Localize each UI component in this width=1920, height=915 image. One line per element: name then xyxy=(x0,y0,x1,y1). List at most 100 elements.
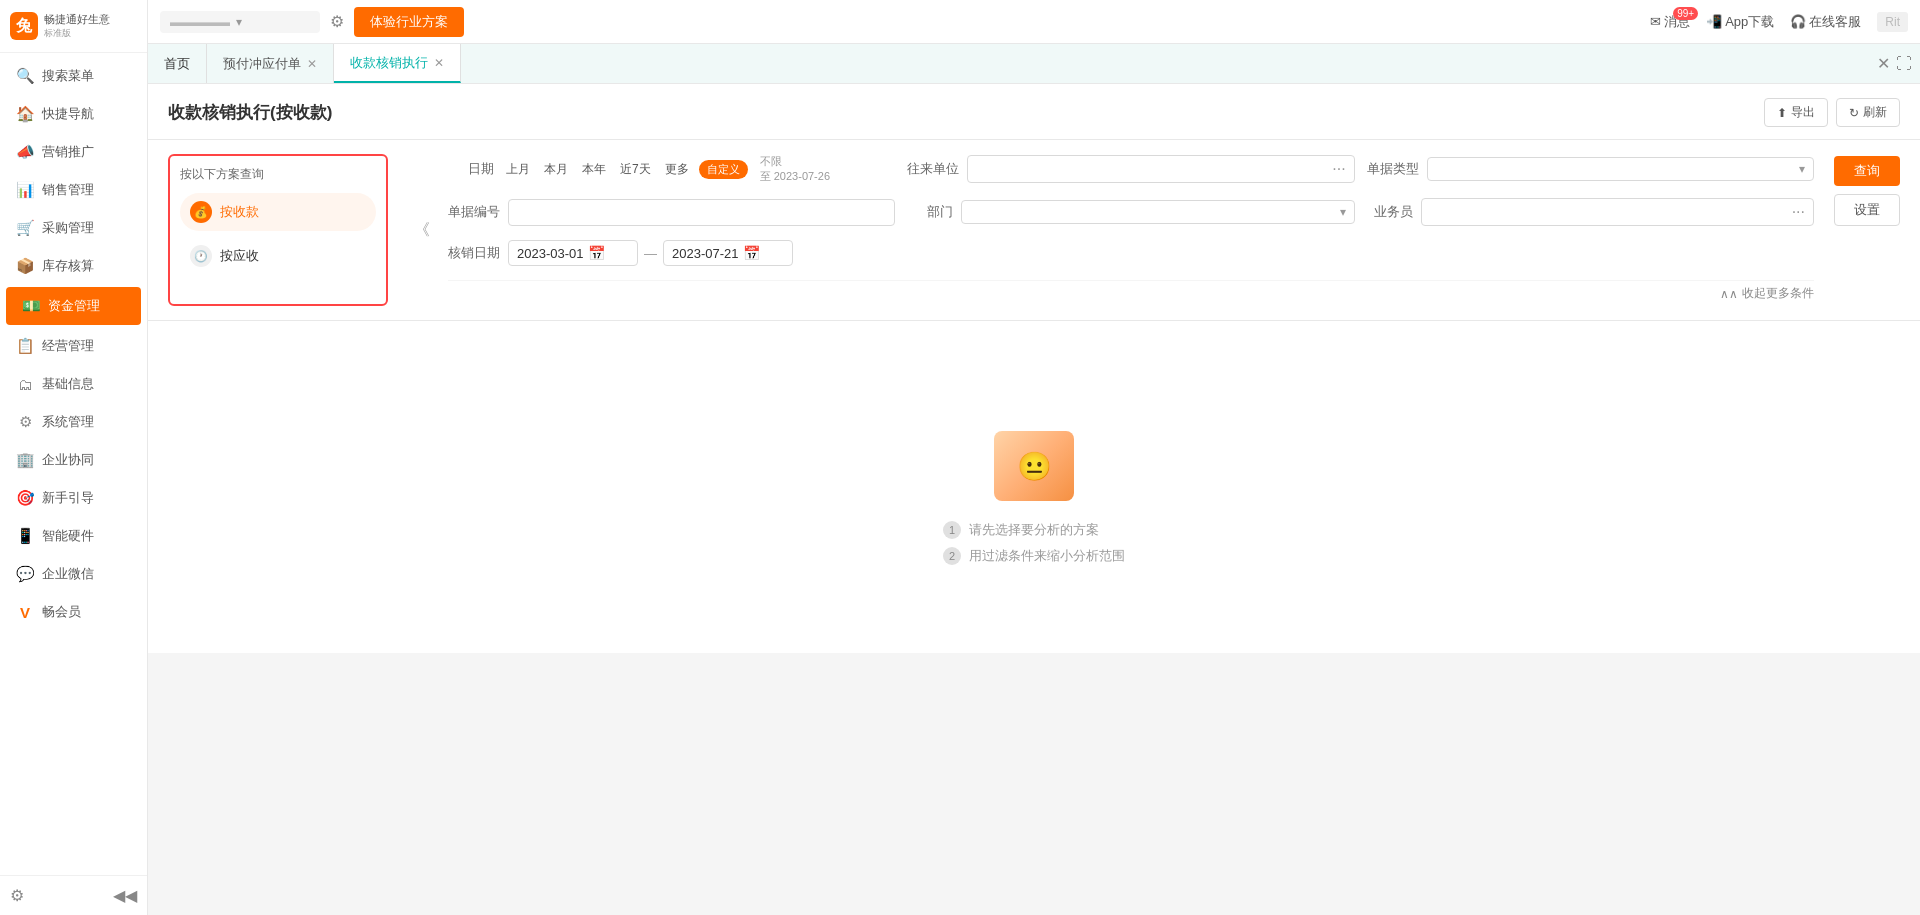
staff-label: 业务员 xyxy=(1367,203,1413,221)
sidebar-item-quick-nav[interactable]: 🏠 快捷导航 xyxy=(0,95,147,133)
sidebar-label-sales: 销售管理 xyxy=(42,181,94,199)
counterpart-more-icon[interactable]: ··· xyxy=(1332,160,1345,178)
filter-row-1: 日期 上月 本月 本年 近7天 更多 自定义 xyxy=(448,154,1814,184)
counterpart-label: 往来单位 xyxy=(907,160,959,178)
settings-button[interactable]: 设置 xyxy=(1834,194,1900,226)
marketing-icon: 📣 xyxy=(16,143,34,161)
sidebar-item-member[interactable]: V 畅会员 xyxy=(0,593,147,631)
voucher-type-select[interactable]: ▾ xyxy=(1427,157,1814,181)
date-label: 日期 xyxy=(448,160,494,178)
tab-prepay-close-icon[interactable]: ✕ xyxy=(307,57,317,71)
shortcut-this-month[interactable]: 本月 xyxy=(540,159,572,180)
filter-form: 日期 上月 本月 本年 近7天 更多 自定义 xyxy=(448,154,1900,306)
date-no-limit: 不限 xyxy=(760,154,830,169)
filter-panel: 按以下方案查询 💰 按收款 🕐 按应收 《 xyxy=(148,140,1920,321)
user-avatar[interactable]: Rit xyxy=(1877,12,1908,32)
sidebar-label-hardware: 智能硬件 xyxy=(42,527,94,545)
sidebar-label-quick-nav: 快捷导航 xyxy=(42,105,94,123)
filter-collapse-toggle[interactable]: 《 xyxy=(412,154,432,306)
shortcut-more[interactable]: 更多 xyxy=(661,159,693,180)
sidebar-nav: 🔍 搜索菜单 🏠 快捷导航 📣 营销推广 📊 销售管理 🛒 采购管理 📦 库存核… xyxy=(0,53,147,875)
writeoff-end-calendar-icon[interactable]: 📅 xyxy=(743,245,760,261)
topbar: ▬▬▬▬▬ ▾ ⚙ 体验行业方案 ✉ 消息 99+ 📲 App下载 🎧 在线客服… xyxy=(148,0,1920,44)
voucher-type-label: 单据类型 xyxy=(1367,160,1419,178)
sidebar-item-guide[interactable]: 🎯 新手引导 xyxy=(0,479,147,517)
sidebar-item-inventory[interactable]: 📦 库存核算 xyxy=(0,247,147,285)
sidebar-item-operations[interactable]: 📋 经营管理 xyxy=(0,327,147,365)
hint-text-1: 请先选择要分析的方案 xyxy=(969,521,1099,539)
filter-option-by-receivable[interactable]: 🕐 按应收 xyxy=(180,237,376,275)
topbar-right-area: ✉ 消息 99+ 📲 App下载 🎧 在线客服 Rit xyxy=(1650,12,1908,32)
date-separator: — xyxy=(644,246,657,261)
message-button[interactable]: ✉ 消息 99+ xyxy=(1650,13,1690,31)
shortcut-this-year[interactable]: 本年 xyxy=(578,159,610,180)
sidebar-item-enterprise[interactable]: 🏢 企业协同 xyxy=(0,441,147,479)
tab-receipt-writeoff[interactable]: 收款核销执行 ✕ xyxy=(334,44,461,83)
dept-chevron-icon: ▾ xyxy=(1340,205,1346,219)
hint-num-2: 2 xyxy=(943,547,961,565)
shortcut-last-month[interactable]: 上月 xyxy=(502,159,534,180)
filter-scheme-selector: 按以下方案查询 💰 按收款 🕐 按应收 xyxy=(168,154,388,306)
page-actions: ⬆ 导出 ↻ 刷新 xyxy=(1764,98,1900,127)
tab-close-all-button[interactable]: ✕ xyxy=(1877,54,1890,73)
topbar-gear-icon[interactable]: ⚙ xyxy=(330,12,344,31)
settings-icon[interactable]: ⚙ xyxy=(10,886,24,905)
tab-expand-button[interactable]: ⛶ xyxy=(1896,55,1912,73)
shortcut-custom[interactable]: 自定义 xyxy=(699,160,748,179)
staff-select[interactable]: ··· xyxy=(1421,198,1814,226)
finance-icon: 💵 xyxy=(22,297,40,315)
tabbar: 首页 预付冲应付单 ✕ 收款核销执行 ✕ ✕ ⛶ xyxy=(148,44,1920,84)
export-icon: ⬆ xyxy=(1777,106,1787,120)
empty-hint-2: 2 用过滤条件来缩小分析范围 xyxy=(943,547,1125,565)
tab-home[interactable]: 首页 xyxy=(148,44,207,83)
refresh-button[interactable]: ↻ 刷新 xyxy=(1836,98,1900,127)
page-title-row: 收款核销执行(按收款) ⬆ 导出 ↻ 刷新 xyxy=(168,98,1900,127)
sidebar-item-search-menu[interactable]: 🔍 搜索菜单 xyxy=(0,57,147,95)
sidebar-item-finance[interactable]: 💵 资金管理 xyxy=(6,287,141,325)
tab-receipt-writeoff-label: 收款核销执行 xyxy=(350,54,428,72)
sidebar-label-marketing: 营销推广 xyxy=(42,143,94,161)
sidebar-label-wechat: 企业微信 xyxy=(42,565,94,583)
sidebar-item-basic-info[interactable]: 🗂 基础信息 xyxy=(0,365,147,403)
collapse-sidebar-icon[interactable]: ◀◀ xyxy=(113,886,137,905)
topbar-search-area[interactable]: ▬▬▬▬▬ ▾ xyxy=(160,11,320,33)
online-service-button[interactable]: 🎧 在线客服 xyxy=(1790,13,1861,31)
sidebar-item-purchase[interactable]: 🛒 采购管理 xyxy=(0,209,147,247)
writeoff-date-end-input[interactable]: 2023-07-21 📅 xyxy=(663,240,793,266)
filter-option-by-receipt[interactable]: 💰 按收款 xyxy=(180,193,376,231)
sidebar-label-inventory: 库存核算 xyxy=(42,257,94,275)
refresh-label: 刷新 xyxy=(1863,104,1887,121)
sidebar: 兔 畅捷通好生意 标准版 🔍 搜索菜单 🏠 快捷导航 📣 营销推广 📊 销售管理… xyxy=(0,0,148,915)
app-download-icon: 📲 xyxy=(1706,14,1722,29)
collapse-more-button[interactable]: ∧∧ 收起更多条件 xyxy=(1720,285,1814,302)
app-name: 畅捷通好生意 xyxy=(44,12,110,26)
tab-receipt-writeoff-close-icon[interactable]: ✕ xyxy=(434,56,444,70)
sidebar-item-sales[interactable]: 📊 销售管理 xyxy=(0,171,147,209)
sidebar-item-system[interactable]: ⚙ 系统管理 xyxy=(0,403,147,441)
query-buttons: 查询 设置 xyxy=(1834,154,1900,226)
writeoff-date-start-input[interactable]: 2023-03-01 📅 xyxy=(508,240,638,266)
app-download-button[interactable]: 📲 App下载 xyxy=(1706,13,1774,31)
topbar-chevron-icon: ▾ xyxy=(236,15,242,29)
writeoff-start-calendar-icon[interactable]: 📅 xyxy=(588,245,605,261)
main-content-body: 收款核销执行(按收款) ⬆ 导出 ↻ 刷新 xyxy=(148,84,1920,653)
by-receipt-label: 按收款 xyxy=(220,203,259,221)
by-receivable-icon: 🕐 xyxy=(190,245,212,267)
page-title: 收款核销执行(按收款) xyxy=(168,101,332,124)
content-area: 收款核销执行(按收款) ⬆ 导出 ↻ 刷新 xyxy=(148,84,1920,915)
empty-hints: 1 请先选择要分析的方案 2 用过滤条件来缩小分析范围 xyxy=(943,521,1125,573)
sidebar-item-hardware[interactable]: 📱 智能硬件 xyxy=(0,517,147,555)
export-button[interactable]: ⬆ 导出 xyxy=(1764,98,1828,127)
sidebar-item-wechat[interactable]: 💬 企业微信 xyxy=(0,555,147,593)
member-icon: V xyxy=(16,604,34,621)
staff-more-icon[interactable]: ··· xyxy=(1792,203,1805,221)
solution-button[interactable]: 体验行业方案 xyxy=(354,7,464,37)
dept-select[interactable]: ▾ xyxy=(961,200,1354,224)
sidebar-item-marketing[interactable]: 📣 营销推广 xyxy=(0,133,147,171)
export-label: 导出 xyxy=(1791,104,1815,121)
voucher-no-input[interactable] xyxy=(508,199,895,226)
shortcut-7days[interactable]: 近7天 xyxy=(616,159,655,180)
counterpart-select[interactable]: ··· xyxy=(967,155,1354,183)
query-button[interactable]: 查询 xyxy=(1834,156,1900,186)
tab-prepay[interactable]: 预付冲应付单 ✕ xyxy=(207,44,334,83)
